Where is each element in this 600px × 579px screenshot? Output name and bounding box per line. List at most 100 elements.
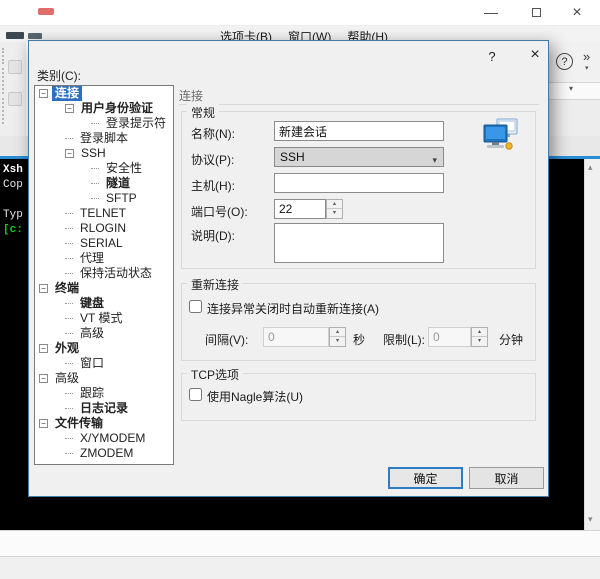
spin-up-icon[interactable]: ▴ bbox=[327, 200, 342, 209]
tree-item[interactable]: SERIAL bbox=[35, 236, 173, 251]
tree-item-label: TELNET bbox=[80, 206, 127, 220]
tree-connector bbox=[65, 393, 73, 394]
interval-input[interactable] bbox=[263, 327, 329, 347]
tree-item-label: ZMODEM bbox=[80, 446, 134, 460]
reconnect-checkbox-label: 连接异常关闭时自动重新连接(A) bbox=[207, 302, 379, 316]
tree-expander-icon[interactable]: − bbox=[65, 149, 74, 158]
tree-item[interactable]: 登录脚本 bbox=[35, 131, 173, 146]
tree-item[interactable]: RLOGIN bbox=[35, 221, 173, 236]
tree-item-label: X/YMODEM bbox=[80, 431, 146, 445]
reconnect-group: 重新连接 bbox=[181, 276, 536, 361]
spin-up-icon[interactable]: ▴ bbox=[330, 328, 345, 337]
toolbar-grip bbox=[2, 48, 5, 64]
toolbar-grip bbox=[2, 68, 5, 94]
tree-item[interactable]: VT 模式 bbox=[35, 311, 173, 326]
tree-expander-icon[interactable]: − bbox=[39, 284, 48, 293]
tree-connector bbox=[65, 408, 73, 409]
tree-item[interactable]: − 文件传输 bbox=[35, 416, 173, 431]
tree-item[interactable]: 窗口 bbox=[35, 356, 173, 371]
chevron-down-icon[interactable]: ▾ bbox=[585, 64, 589, 72]
tree-item[interactable]: − 高级 bbox=[35, 371, 173, 386]
tree-expander-icon[interactable]: − bbox=[65, 104, 74, 113]
tree-item[interactable]: 跟踪 bbox=[35, 386, 173, 401]
tree-item[interactable]: X/YMODEM bbox=[35, 431, 173, 446]
tree-item-label: 高级 bbox=[80, 326, 105, 340]
help-icon[interactable]: ? bbox=[556, 53, 573, 70]
limit-unit: 分钟 bbox=[499, 333, 524, 347]
window-maximize-button[interactable] bbox=[521, 3, 551, 22]
tree-item[interactable]: 键盘 bbox=[35, 296, 173, 311]
tree-item[interactable]: 高级 bbox=[35, 326, 173, 341]
tree-item[interactable]: 安全性 bbox=[35, 161, 173, 176]
toolbar-icon-partial bbox=[6, 32, 24, 39]
tree-item[interactable]: − 外观 bbox=[35, 341, 173, 356]
window-minimize-button[interactable]: — bbox=[476, 3, 506, 22]
port-input[interactable] bbox=[274, 199, 326, 219]
tree-connector bbox=[65, 453, 73, 454]
nagle-checkbox[interactable] bbox=[189, 388, 202, 401]
tree-item[interactable]: TELNET bbox=[35, 206, 173, 221]
tree-item[interactable]: − 连接 bbox=[35, 86, 173, 101]
spin-down-icon[interactable]: ▾ bbox=[327, 209, 342, 218]
tree-expander-icon[interactable]: − bbox=[39, 344, 48, 353]
toolbar-overflow-icon[interactable]: » bbox=[583, 49, 590, 64]
terminal-scrollbar[interactable] bbox=[584, 159, 600, 530]
window-close-button[interactable]: × bbox=[562, 3, 592, 22]
tree-item[interactable]: − 用户身份验证 bbox=[35, 101, 173, 116]
toolbar-icon-partial bbox=[28, 33, 42, 39]
tree-connector bbox=[65, 438, 73, 439]
protocol-value: SSH bbox=[280, 150, 305, 164]
terminal-line: Typ bbox=[3, 209, 23, 221]
name-label: 名称(N): bbox=[191, 127, 235, 141]
spin-down-icon[interactable]: ▾ bbox=[330, 337, 345, 346]
description-textarea[interactable] bbox=[274, 223, 444, 263]
app-icon bbox=[38, 8, 54, 15]
tree-item[interactable]: 日志记录 bbox=[35, 401, 173, 416]
category-tree[interactable]: − 连接 − 用户身份验证 登录提示符 登录脚本 − SSH 安全性 隧道 SFTP TELNET RL… bbox=[34, 85, 174, 465]
toolbar-grip bbox=[2, 98, 5, 124]
limit-input[interactable] bbox=[428, 327, 471, 347]
dialog-close-icon[interactable]: × bbox=[523, 46, 547, 65]
session-properties-dialog: ? × 类别(C): − 连接 − 用户身份验证 登录提示符 登录脚本 − SSH 安全性 隧道 S… bbox=[28, 40, 549, 497]
panel-header: 连接 bbox=[179, 89, 204, 103]
tree-item[interactable]: − SSH bbox=[35, 146, 173, 161]
interval-spinner: ▴ ▾ bbox=[329, 327, 346, 347]
maximize-icon bbox=[531, 8, 541, 17]
tree-expander-icon[interactable]: − bbox=[39, 89, 48, 98]
spin-down-icon[interactable]: ▾ bbox=[472, 337, 487, 346]
name-input[interactable] bbox=[274, 121, 444, 141]
tree-connector bbox=[65, 138, 73, 139]
tree-expander-icon[interactable]: − bbox=[39, 419, 48, 428]
tree-connector bbox=[91, 198, 99, 199]
reconnect-group-label: 重新连接 bbox=[187, 276, 244, 293]
scroll-up-icon[interactable]: ▴ bbox=[588, 162, 593, 173]
protocol-select[interactable]: SSH ▾ bbox=[274, 147, 444, 167]
tree-item[interactable]: 隧道 bbox=[35, 176, 173, 191]
general-group-label: 常规 bbox=[187, 104, 220, 121]
tree-item[interactable]: 代理 bbox=[35, 251, 173, 266]
cancel-button[interactable]: 取消 bbox=[469, 467, 544, 489]
toolbar-button[interactable] bbox=[8, 92, 22, 106]
terminal-line: Cop bbox=[3, 179, 23, 191]
tree-item-label: 终端 bbox=[55, 281, 80, 295]
spin-up-icon[interactable]: ▴ bbox=[472, 328, 487, 337]
scroll-down-icon[interactable]: ▾ bbox=[588, 514, 593, 525]
dialog-help-icon[interactable]: ? bbox=[481, 49, 503, 66]
tree-item[interactable]: − 终端 bbox=[35, 281, 173, 296]
panel-divider bbox=[179, 104, 539, 105]
tree-connector bbox=[65, 258, 73, 259]
tree-item-label: 保持活动状态 bbox=[80, 266, 153, 280]
tree-connector bbox=[65, 318, 73, 319]
tree-item[interactable]: SFTP bbox=[35, 191, 173, 206]
tree-item[interactable]: ZMODEM bbox=[35, 446, 173, 461]
tree-item[interactable]: 保持活动状态 bbox=[35, 266, 173, 281]
session-computers-icon bbox=[483, 118, 518, 150]
reconnect-checkbox[interactable] bbox=[189, 300, 202, 313]
ok-button[interactable]: 确定 bbox=[388, 467, 463, 489]
tree-expander-icon[interactable]: − bbox=[39, 374, 48, 383]
toolbar-button[interactable] bbox=[8, 60, 22, 74]
tree-item-label: 日志记录 bbox=[80, 401, 129, 415]
chevron-down-icon[interactable]: ▾ bbox=[569, 84, 573, 93]
tree-item[interactable]: 登录提示符 bbox=[35, 116, 173, 131]
host-input[interactable] bbox=[274, 173, 444, 193]
